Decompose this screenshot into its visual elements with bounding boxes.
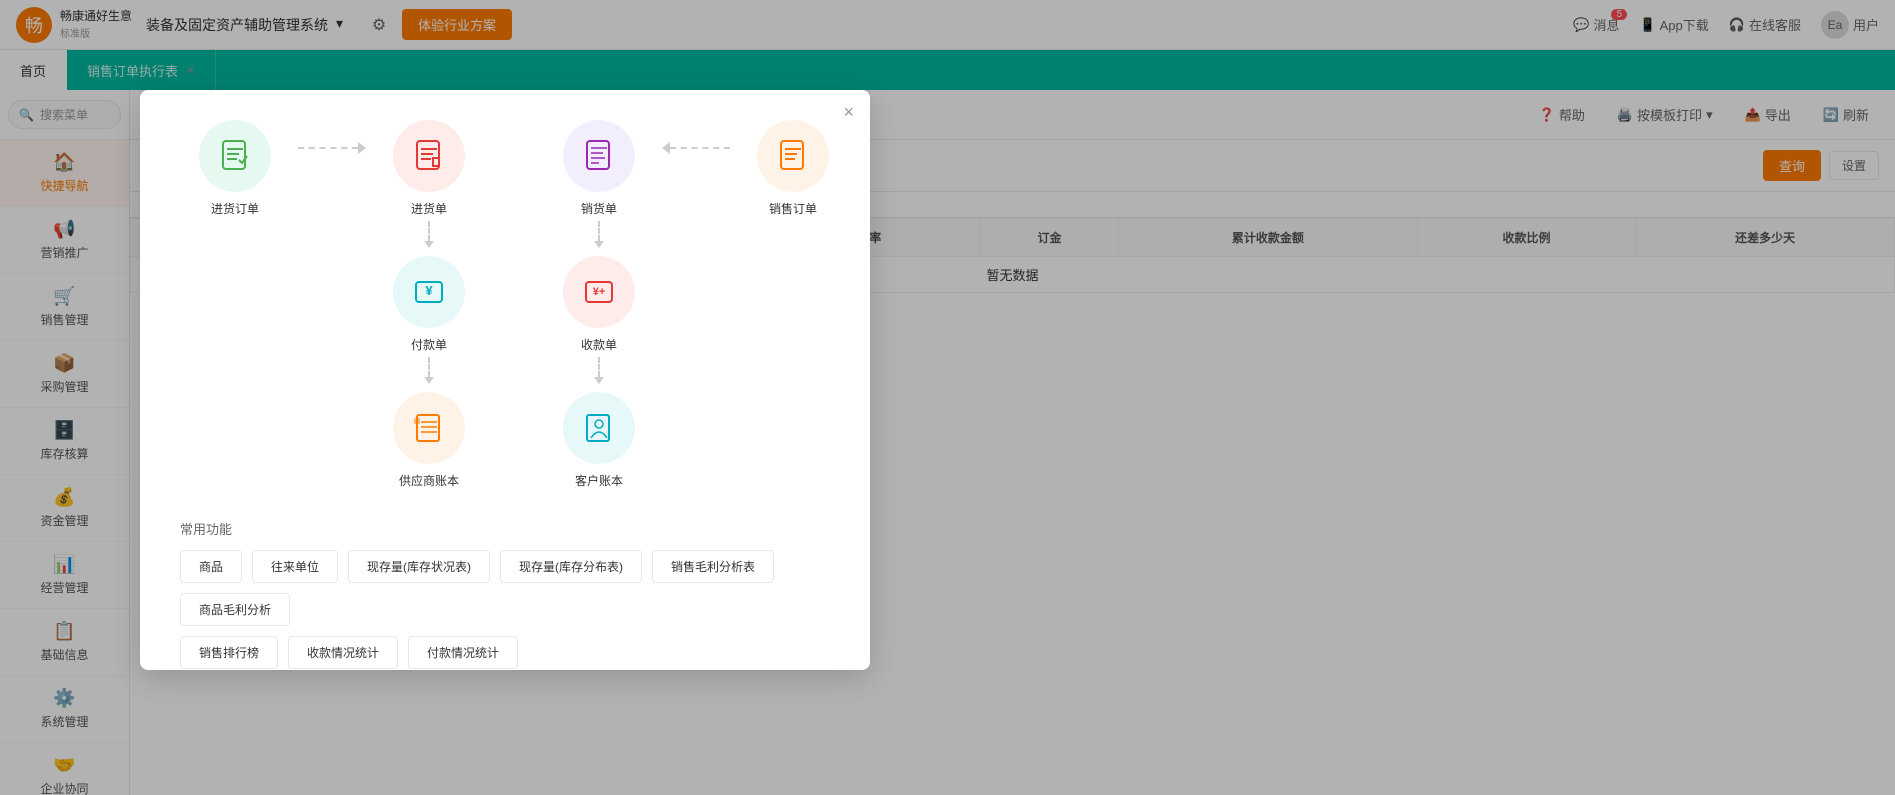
function-buttons-group: 商品 往来单位 现存量(库存状况表) 现存量(库存分布表) 销售毛利分析表 商品…: [180, 550, 830, 626]
sales-bill-node[interactable]: [563, 120, 635, 192]
purchase-order-node-wrap: 进货订单: [199, 120, 271, 217]
func-btn-sales-rank[interactable]: 销售排行榜: [180, 636, 278, 669]
payment-label: 付款单: [411, 336, 447, 353]
sales-order-node[interactable]: [757, 120, 829, 192]
purchase-bill-node-wrap: 进货单: [393, 120, 465, 217]
arrow-h-1: [290, 142, 374, 154]
customer-account-node[interactable]: [563, 392, 635, 464]
modal-box: ×: [140, 90, 870, 670]
func-btn-receipt-stat[interactable]: 收款情况统计: [288, 636, 398, 669]
function-buttons-group-2: 销售排行榜 收款情况统计 付款情况统计: [180, 636, 830, 669]
receipt-icon: ¥+: [581, 274, 617, 310]
v-arrow-supplier: [424, 357, 434, 384]
flow-col-1: 进货订单: [180, 120, 290, 217]
sales-order-label: 销售订单: [769, 200, 817, 217]
customer-account-icon: [581, 410, 617, 446]
svg-text:¥+: ¥+: [593, 286, 606, 298]
purchase-order-label: 进货订单: [211, 200, 259, 217]
flow-col-3: 销货单 ¥+: [544, 120, 654, 489]
purchase-order-node[interactable]: [199, 120, 271, 192]
sales-order-node-wrap: 销售订单: [757, 120, 829, 217]
func-btn-stock-status[interactable]: 现存量(库存状况表): [348, 550, 490, 583]
arrow-h-2: [654, 142, 738, 154]
func-btn-stock-dist[interactable]: 现存量(库存分布表): [500, 550, 642, 583]
func-btn-partner[interactable]: 往来单位: [252, 550, 338, 583]
modal-close-button[interactable]: ×: [843, 102, 854, 123]
customer-account-wrap: 客户账本: [563, 392, 635, 489]
func-btn-sales-profit[interactable]: 销售毛利分析表: [652, 550, 774, 583]
payment-node-wrap: ¥ 付款单: [393, 256, 465, 353]
purchase-bill-node[interactable]: [393, 120, 465, 192]
supplier-account-node[interactable]: [393, 392, 465, 464]
v-arrow-customer: [594, 357, 604, 384]
purchase-bill-label: 进货单: [411, 200, 447, 217]
supplier-account-label: 供应商账本: [399, 472, 459, 489]
v-arrow-payment: [424, 221, 434, 248]
supplier-account-icon: [411, 410, 447, 446]
func-btn-goods[interactable]: 商品: [180, 550, 242, 583]
sales-bill-label: 销货单: [581, 200, 617, 217]
svg-text:¥: ¥: [425, 283, 433, 298]
receipt-node[interactable]: ¥+: [563, 256, 635, 328]
modal-content: 进货订单: [140, 90, 870, 670]
modal-overlay: ×: [0, 0, 1895, 795]
sales-bill-node-wrap: 销货单: [563, 120, 635, 217]
payment-node[interactable]: ¥: [393, 256, 465, 328]
func-btn-goods-profit[interactable]: 商品毛利分析: [180, 593, 290, 626]
flow-diagram: 进货订单: [180, 120, 830, 489]
receipt-node-wrap: ¥+ 收款单: [563, 256, 635, 353]
payment-icon: ¥: [411, 274, 447, 310]
common-functions-title: 常用功能: [180, 519, 830, 538]
func-btn-payment-stat[interactable]: 付款情况统计: [408, 636, 518, 669]
sales-order-icon: [775, 138, 811, 174]
customer-account-label: 客户账本: [575, 472, 623, 489]
sales-bill-icon: [581, 138, 617, 174]
common-functions-section: 常用功能 商品 往来单位 现存量(库存状况表) 现存量(库存分布表) 销售毛利分…: [180, 519, 830, 669]
receipt-label: 收款单: [581, 336, 617, 353]
purchase-order-icon: [217, 138, 253, 174]
supplier-account-wrap: 供应商账本: [393, 392, 465, 489]
v-arrow-receipt: [594, 221, 604, 248]
purchase-bill-icon: [411, 138, 447, 174]
flow-col-4: 销售订单: [738, 120, 848, 217]
flow-col-2: 进货单 ¥ 付: [374, 120, 484, 489]
